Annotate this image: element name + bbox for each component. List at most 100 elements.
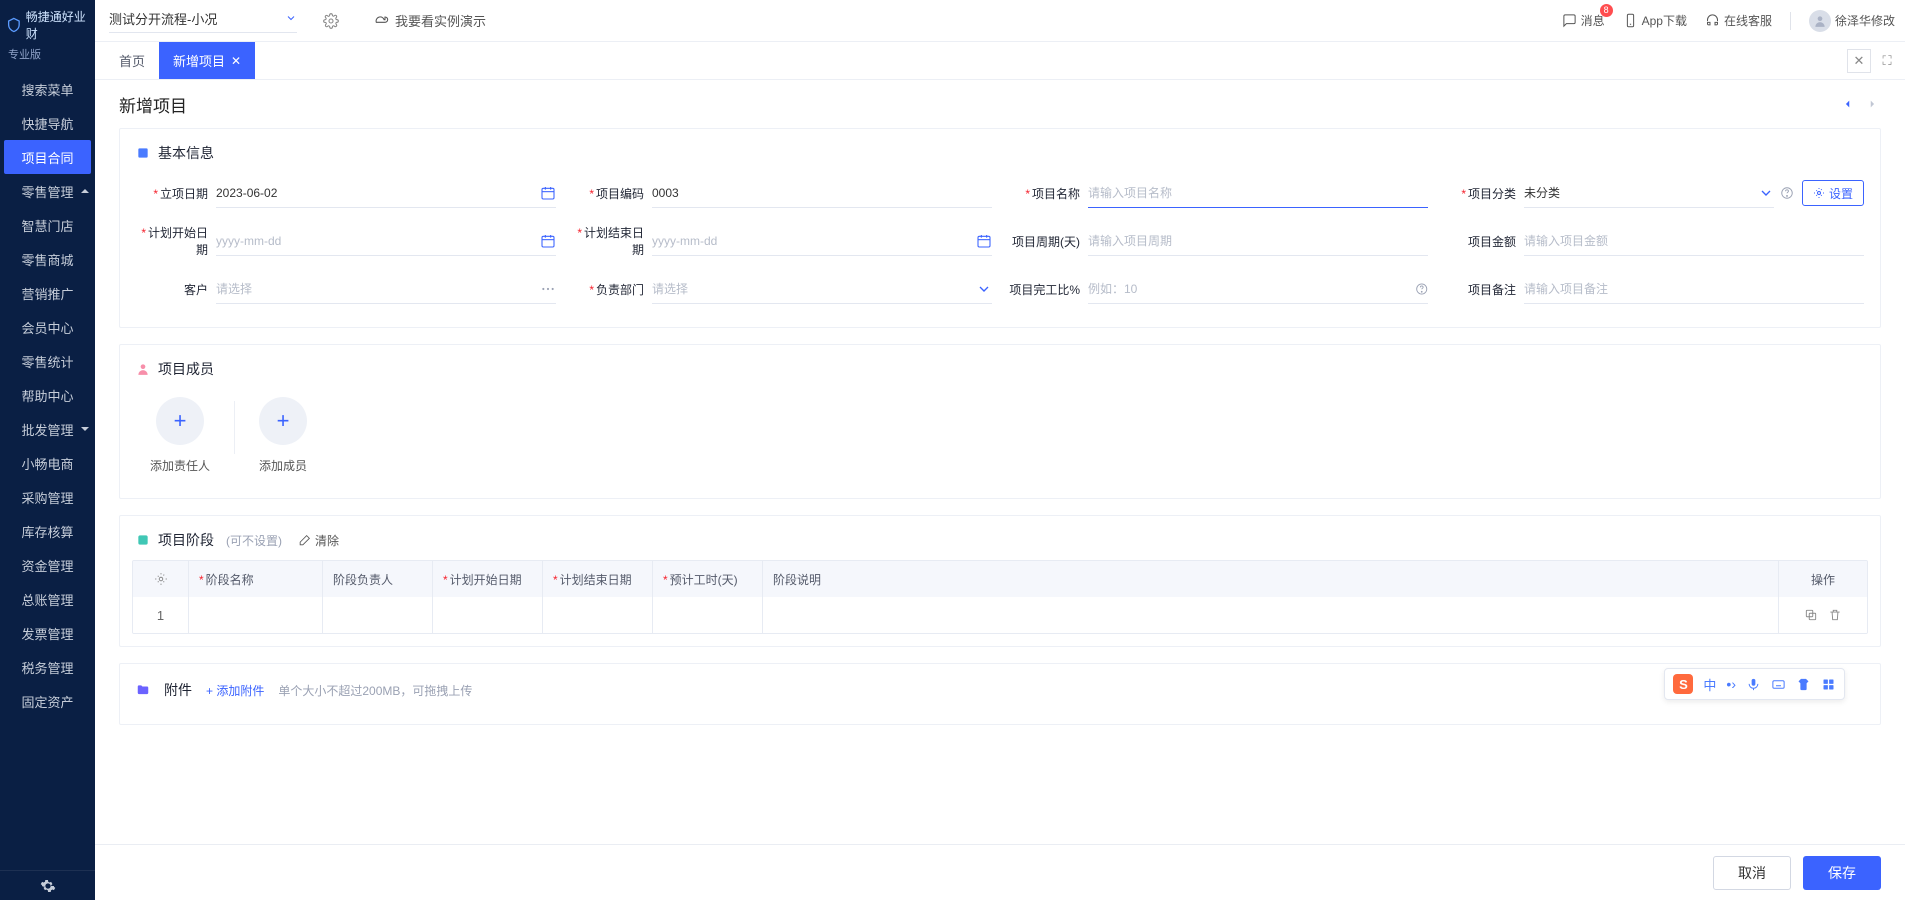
info-icon [136, 146, 150, 160]
context-settings-icon[interactable] [323, 13, 339, 29]
stages-clear-button[interactable]: 清除 [298, 532, 339, 549]
remark-input[interactable] [1524, 282, 1864, 296]
stage-row-end[interactable] [543, 597, 653, 633]
help-icon[interactable] [1415, 282, 1428, 296]
tab-close-panel-button[interactable]: ✕ [1847, 49, 1871, 73]
stage-row-desc[interactable] [763, 597, 1779, 633]
tab-new-project[interactable]: 新增项目 ✕ [159, 42, 255, 79]
label-category: 项目分类 [1444, 185, 1524, 202]
calendar-icon[interactable] [540, 233, 556, 249]
sidebar-item-marketing[interactable]: 营销推广 [0, 276, 95, 310]
stage-col-start: 计划开始日期 [433, 561, 543, 597]
page-title: 新增项目 [119, 92, 187, 117]
page-next-button[interactable] [1863, 95, 1881, 113]
close-icon[interactable]: ✕ [231, 54, 241, 68]
stage-row-ops[interactable] [1779, 597, 1867, 633]
cancel-button[interactable]: 取消 [1713, 856, 1791, 890]
stage-row-owner[interactable] [323, 597, 433, 633]
add-owner-button[interactable]: + [156, 397, 204, 445]
sidebar-item-wholesale[interactable]: 批发管理 [0, 412, 95, 446]
tab-home[interactable]: 首页 [105, 42, 159, 79]
sidebar-item-help-center[interactable]: 帮助中心 [0, 378, 95, 412]
topbar-messages[interactable]: 消息 8 [1562, 12, 1605, 29]
ime-punct-icon[interactable]: •› [1726, 676, 1736, 692]
topbar-service[interactable]: 在线客服 [1705, 12, 1772, 29]
sidebar-item-quick-nav[interactable]: 快捷导航 [0, 106, 95, 140]
calendar-icon[interactable] [540, 185, 556, 201]
calendar-icon[interactable] [976, 233, 992, 249]
chevron-down-icon[interactable] [1758, 185, 1774, 201]
amount-input[interactable] [1524, 234, 1864, 248]
sidebar-item-retail-stats[interactable]: 零售统计 [0, 344, 95, 378]
topbar-divider [1790, 12, 1791, 30]
sidebar-item-project-contract[interactable]: 项目合同 [4, 140, 91, 174]
delete-icon[interactable] [1828, 608, 1842, 622]
context-name: 测试分开流程-小况 [109, 9, 279, 28]
sidebar-item-retail-mall[interactable]: 零售商城 [0, 242, 95, 276]
category-settings-button[interactable]: 设置 [1802, 180, 1864, 206]
content-scroll[interactable]: 基本信息 立项日期 项目编码 [95, 128, 1905, 844]
ime-toolbar[interactable]: S 中 •› [1664, 668, 1845, 700]
label-plan-start: 计划开始日期 [136, 224, 216, 258]
sidebar-item-ledger[interactable]: 总账管理 [0, 582, 95, 616]
sidebar-item-search-menu[interactable]: 搜索菜单 [0, 72, 95, 106]
cloud-icon [373, 13, 389, 29]
mic-icon[interactable] [1746, 677, 1761, 692]
setup-date-input[interactable] [216, 186, 540, 200]
name-input[interactable] [1088, 186, 1428, 200]
topbar-right: 消息 8 App下载 在线客服 徐泽华修改 [1562, 10, 1895, 32]
completion-input[interactable] [1088, 282, 1415, 296]
dept-input[interactable] [652, 282, 976, 296]
skin-icon[interactable] [1796, 677, 1811, 692]
sidebar-item-tax[interactable]: 税务管理 [0, 650, 95, 684]
add-attachment-button[interactable]: + 添加附件 [206, 682, 264, 699]
toolbox-icon[interactable] [1821, 677, 1836, 692]
sidebar-item-purchase[interactable]: 采购管理 [0, 480, 95, 514]
demo-link[interactable]: 我要看实例演示 [373, 11, 486, 30]
page-prev-button[interactable] [1839, 95, 1857, 113]
sidebar-settings[interactable] [0, 870, 95, 900]
caret-right-icon [1867, 99, 1877, 109]
plan-end-input[interactable] [652, 234, 976, 248]
stage-row-hours[interactable] [653, 597, 763, 633]
sidebar-item-inventory[interactable]: 库存核算 [0, 514, 95, 548]
help-icon[interactable] [1780, 186, 1794, 200]
caret-left-icon [1843, 99, 1853, 109]
chevron-down-icon[interactable] [976, 281, 992, 297]
stage-row-name[interactable] [189, 597, 323, 633]
user-icon [136, 362, 150, 376]
ime-lang[interactable]: 中 [1703, 675, 1716, 694]
label-setup-date: 立项日期 [136, 185, 216, 202]
section-basic: 基本信息 立项日期 项目编码 [119, 128, 1881, 328]
add-member-button[interactable]: + [259, 397, 307, 445]
keyboard-icon[interactable] [1771, 677, 1786, 692]
save-button[interactable]: 保存 [1803, 856, 1881, 890]
sidebar-item-retail-manage[interactable]: 零售管理 [0, 174, 95, 208]
customer-input[interactable] [216, 282, 540, 296]
period-input[interactable] [1088, 234, 1428, 248]
code-input[interactable] [652, 186, 992, 200]
sidebar-item-smart-store[interactable]: 智慧门店 [0, 208, 95, 242]
plan-start-input[interactable] [216, 234, 540, 248]
category-input[interactable] [1524, 186, 1758, 200]
topbar-app-download[interactable]: App下载 [1623, 12, 1687, 29]
ime-brand-icon: S [1673, 674, 1693, 694]
stage-col-gear[interactable] [133, 561, 189, 597]
sidebar-item-member-center[interactable]: 会员中心 [0, 310, 95, 344]
chevron-down-icon [285, 12, 297, 24]
topbar-user[interactable]: 徐泽华修改 [1809, 10, 1895, 32]
sidebar-item-funds[interactable]: 资金管理 [0, 548, 95, 582]
stage-table-row[interactable]: 1 [133, 597, 1867, 633]
more-icon[interactable] [540, 281, 556, 297]
sidebar-menu: 搜索菜单 快捷导航 项目合同 零售管理 智慧门店 零售商城 营销推广 会员中心 … [0, 72, 95, 870]
sidebar-item-invoice[interactable]: 发票管理 [0, 616, 95, 650]
stage-row-start[interactable] [433, 597, 543, 633]
brand-name: 畅捷通好业财 [26, 8, 89, 42]
sidebar-item-fixed-assets[interactable]: 固定资产 [0, 684, 95, 718]
folder-icon [136, 683, 150, 697]
demo-label: 我要看实例演示 [395, 11, 486, 30]
copy-icon[interactable] [1804, 608, 1818, 622]
context-switcher[interactable]: 测试分开流程-小况 [109, 9, 297, 33]
tab-expand-button[interactable]: ⛶ [1875, 49, 1899, 73]
sidebar-item-ecommerce[interactable]: 小畅电商 [0, 446, 95, 480]
